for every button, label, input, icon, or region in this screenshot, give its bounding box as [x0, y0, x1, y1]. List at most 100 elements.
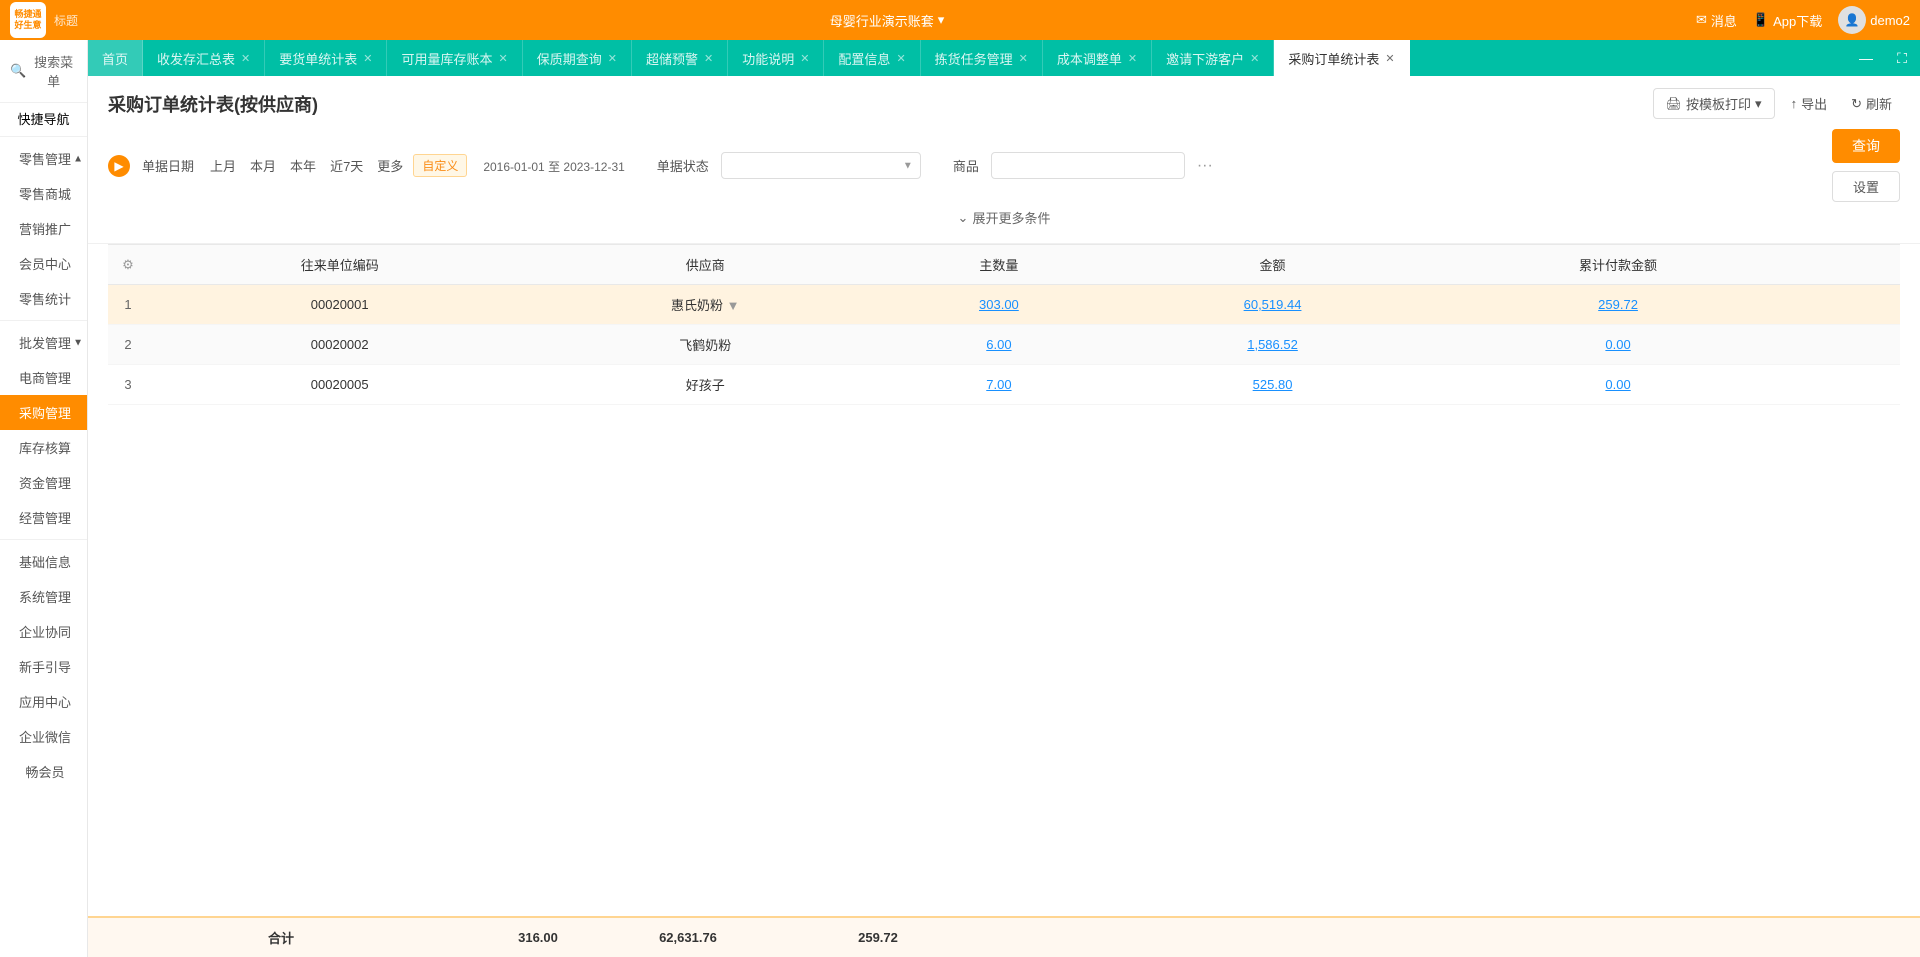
sidebar-item-label: 零售商城 — [19, 187, 71, 202]
sidebar-item-lingshouchang[interactable]: 零售商城 — [0, 176, 87, 211]
refresh-button[interactable]: ↻ 刷新 — [1843, 89, 1900, 118]
sidebar-item-pifaguan[interactable]: 批发管理 ▼ — [0, 325, 87, 360]
tab-yaohuo[interactable]: 要货单统计表 ✕ — [265, 40, 387, 76]
tab-close-icon[interactable]: ✕ — [1019, 52, 1028, 65]
tab-close-icon[interactable]: ✕ — [363, 52, 372, 65]
app-download-button[interactable]: 📱 App下载 — [1753, 11, 1822, 30]
tab-close-icon[interactable]: ✕ — [896, 52, 905, 65]
col-supplier: 供应商 — [531, 245, 879, 285]
column-settings-icon[interactable]: ⚙ — [122, 257, 134, 272]
sidebar-item-dianshang[interactable]: 电商管理 — [0, 360, 87, 395]
sidebar-item-label: 基础信息 — [19, 555, 71, 570]
qty-link[interactable]: 6.00 — [986, 337, 1011, 352]
sidebar-item-zijinguan[interactable]: 资金管理 — [0, 465, 87, 500]
sidebar-item-qiyeweixin[interactable]: 企业微信 — [0, 719, 87, 754]
paid-link[interactable]: 0.00 — [1605, 337, 1630, 352]
tab-close-icon[interactable]: ✕ — [499, 52, 508, 65]
cell-qty: 6.00 — [879, 325, 1119, 365]
tab-close-icon[interactable]: ✕ — [1128, 52, 1137, 65]
tab-home[interactable]: 首页 — [88, 40, 143, 76]
export-button[interactable]: ↑ 导出 — [1783, 89, 1836, 118]
sidebar-item-huiyuan[interactable]: 会员中心 — [0, 246, 87, 281]
sidebar-item-caigouguan[interactable]: 采购管理 — [0, 395, 87, 430]
sidebar-divider-1 — [0, 136, 87, 137]
top-bar-right: ✉ 消息 📱 App下载 👤 demo2 — [1696, 6, 1910, 34]
sidebar-item-changhui[interactable]: 畅会员 — [0, 754, 87, 789]
filter-toggle-button[interactable]: ▶ — [108, 155, 130, 177]
col-paid: 累计付款金额 — [1426, 245, 1809, 285]
preset-this-year[interactable]: 本年 — [286, 154, 320, 177]
col-extra — [1810, 245, 1900, 285]
sidebar-item-label: 会员中心 — [19, 257, 71, 272]
tab-shoufahu[interactable]: 收发存汇总表 ✕ — [143, 40, 265, 76]
tab-tuohuo[interactable]: 拣货任务管理 ✕ — [921, 40, 1043, 76]
sidebar-item-label: 畅会员 — [25, 765, 64, 780]
row-num: 1 — [108, 285, 148, 325]
sidebar-item-jingyingguan[interactable]: 经营管理 — [0, 500, 87, 535]
expand-row-icon[interactable]: ▼ — [727, 298, 740, 313]
sidebar-item-lingshouguan[interactable]: 零售管理 ▲ — [0, 141, 87, 176]
row-num: 2 — [108, 325, 148, 365]
amount-link[interactable]: 1,586.52 — [1247, 337, 1298, 352]
goods-more-icon[interactable]: ··· — [1197, 157, 1213, 175]
sidebar-item-qiyexietong[interactable]: 企业协同 — [0, 614, 87, 649]
sidebar-item-label: 资金管理 — [19, 476, 71, 491]
amount-link[interactable]: 525.80 — [1253, 377, 1293, 392]
tab-label: 成本调整单 — [1057, 49, 1122, 68]
template-print-button[interactable]: 🖨 按模板打印 ▾ — [1653, 88, 1775, 119]
page-content: 采购订单统计表(按供应商) 🖨 按模板打印 ▾ ↑ 导出 ↻ 刷新 — [88, 76, 1920, 957]
footer-paid: 259.72 — [778, 930, 978, 945]
preset-more[interactable]: 更多 — [373, 154, 407, 177]
tab-close-icon[interactable]: ✕ — [1250, 52, 1259, 65]
cell-paid: 0.00 — [1426, 365, 1809, 405]
paid-link[interactable]: 259.72 — [1598, 297, 1638, 312]
settings-button[interactable]: 设置 — [1832, 171, 1900, 202]
tab-close-icon[interactable]: ✕ — [241, 52, 250, 65]
sidebar-item-yingxiao[interactable]: 营销推广 — [0, 211, 87, 246]
preset-7days[interactable]: 近7天 — [326, 154, 367, 177]
amount-link[interactable]: 60,519.44 — [1244, 297, 1302, 312]
status-select[interactable] — [721, 152, 921, 179]
workspace-name: 母婴行业演示账套 — [830, 11, 934, 30]
tab-yaoqing[interactable]: 邀请下游客户 ✕ — [1152, 40, 1274, 76]
tab-chengben[interactable]: 成本调整单 ✕ — [1043, 40, 1152, 76]
preset-this-month[interactable]: 本月 — [246, 154, 280, 177]
tab-close-icon[interactable]: ✕ — [800, 52, 809, 65]
tab-gongnengshuo[interactable]: 功能说明 ✕ — [728, 40, 824, 76]
avatar-initials: 👤 — [1845, 13, 1860, 27]
workspace-selector[interactable]: 母婴行业演示账套 ▾ — [830, 11, 945, 30]
tab-baozhiqi[interactable]: 保质期查询 ✕ — [523, 40, 632, 76]
tab-close-icon[interactable]: ✕ — [1385, 52, 1394, 65]
qty-link[interactable]: 7.00 — [986, 377, 1011, 392]
tab-close-icon[interactable]: ✕ — [608, 52, 617, 65]
preset-last-month[interactable]: 上月 — [206, 154, 240, 177]
query-button[interactable]: 查询 — [1832, 129, 1900, 163]
sidebar-item-kucunhe[interactable]: 库存核算 — [0, 430, 87, 465]
tab-keyongliang[interactable]: 可用量库存账本 ✕ — [387, 40, 522, 76]
message-button[interactable]: ✉ 消息 — [1696, 11, 1737, 30]
tab-peizhi[interactable]: 配置信息 ✕ — [824, 40, 920, 76]
user-profile[interactable]: 👤 demo2 — [1838, 6, 1910, 34]
page-actions: 🖨 按模板打印 ▾ ↑ 导出 ↻ 刷新 — [1653, 88, 1901, 119]
qty-link[interactable]: 303.00 — [979, 297, 1019, 312]
cell-qty: 7.00 — [879, 365, 1119, 405]
sidebar-item-xitongguan[interactable]: 系统管理 — [0, 579, 87, 614]
tab-minimize-button[interactable]: — — [1848, 40, 1884, 76]
sidebar-item-lingshoutj[interactable]: 零售统计 — [0, 281, 87, 316]
sidebar-item-xinshouyindao[interactable]: 新手引导 — [0, 649, 87, 684]
tab-maximize-button[interactable]: ⛶ — [1884, 40, 1920, 76]
paid-link[interactable]: 0.00 — [1605, 377, 1630, 392]
tab-caigou[interactable]: 采购订单统计表 ✕ — [1274, 40, 1409, 76]
data-table: ⚙ 往来单位编码 供应商 主数量 金额 累计付款金额 1 — [108, 244, 1900, 405]
goods-input[interactable] — [991, 152, 1185, 179]
tab-chaochuyujing[interactable]: 超储预警 ✕ — [632, 40, 728, 76]
search-menu-button[interactable]: 🔍 搜索菜单 — [6, 48, 81, 94]
tab-close-icon[interactable]: ✕ — [704, 52, 713, 65]
logo-text: 畅捷通好生意 — [14, 9, 41, 31]
expand-filters-button[interactable]: ⌄ 展开更多条件 — [958, 208, 1051, 227]
sidebar-item-jichuxx[interactable]: 基础信息 — [0, 544, 87, 579]
custom-date-badge[interactable]: 自定义 — [413, 154, 467, 177]
sidebar-divider-3 — [0, 539, 87, 540]
sidebar-item-yingyongzhx[interactable]: 应用中心 — [0, 684, 87, 719]
date-label: 单据日期 — [142, 156, 194, 175]
